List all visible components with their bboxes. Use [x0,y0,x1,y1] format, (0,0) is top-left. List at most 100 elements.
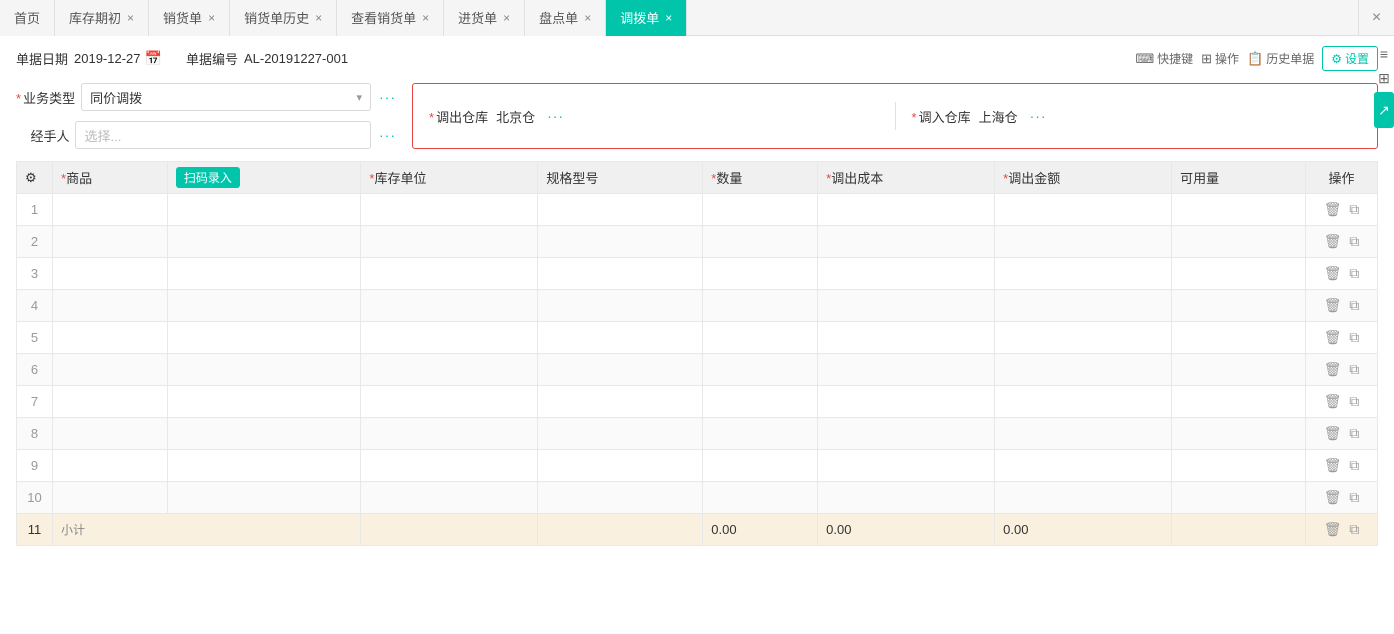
row-unit-8[interactable] [361,418,538,450]
row-cost-2[interactable] [818,226,995,258]
row-unit-10[interactable] [361,482,538,514]
sidebar-export-icon[interactable]: ↗ [1374,92,1394,128]
tab-sales-order[interactable]: 销货单 × [149,0,230,36]
copy-btn-9[interactable]: ⧉ [1347,457,1361,474]
row-unit-1[interactable] [361,194,538,226]
business-type-more[interactable]: ··· [379,89,396,105]
delete-btn-8[interactable]: 🗑 [1322,425,1344,442]
row-cost-5[interactable] [818,322,995,354]
row-product-7[interactable] [53,386,168,418]
copy-btn-1[interactable]: ⧉ [1347,201,1361,218]
row-qty-3[interactable] [703,258,818,290]
shortcuts-action[interactable]: ⌨ 快捷键 [1135,50,1193,67]
sidebar-grid-icon[interactable]: ⊞ [1374,68,1394,88]
transfer-out-more[interactable]: ··· [547,108,564,124]
subtotal-delete-btn[interactable]: 🗑 [1322,521,1344,538]
row-unit-9[interactable] [361,450,538,482]
row-cost-4[interactable] [818,290,995,322]
row-unit-6[interactable] [361,354,538,386]
row-amount-10[interactable] [995,482,1172,514]
row-amount-5[interactable] [995,322,1172,354]
operations-action[interactable]: ⊞ 操作 [1201,50,1239,67]
tab-stocktake[interactable]: 盘点单 × [525,0,606,36]
row-qty-4[interactable] [703,290,818,322]
copy-btn-4[interactable]: ⧉ [1347,297,1361,314]
tab-view-sales-close[interactable]: × [422,11,429,25]
row-cost-10[interactable] [818,482,995,514]
row-unit-4[interactable] [361,290,538,322]
copy-btn-2[interactable]: ⧉ [1347,233,1361,250]
tab-sales-order-close[interactable]: × [208,11,215,25]
copy-btn-6[interactable]: ⧉ [1347,361,1361,378]
window-close-button[interactable]: × [1358,0,1394,36]
row-cost-7[interactable] [818,386,995,418]
row-cost-8[interactable] [818,418,995,450]
person-more[interactable]: ··· [379,127,396,143]
row-product-10[interactable] [53,482,168,514]
row-qty-1[interactable] [703,194,818,226]
person-field[interactable]: 选择... [75,121,371,149]
tab-transfer[interactable]: 调拨单 × [606,0,687,36]
row-cost-6[interactable] [818,354,995,386]
row-cost-9[interactable] [818,450,995,482]
row-unit-2[interactable] [361,226,538,258]
row-qty-7[interactable] [703,386,818,418]
row-spec-6[interactable] [538,354,703,386]
settings-button[interactable]: ⚙ 设置 [1322,46,1378,71]
copy-btn-7[interactable]: ⧉ [1347,393,1361,410]
calendar-icon[interactable]: 📅 [145,50,162,67]
tab-sales-history-close[interactable]: × [315,11,322,25]
row-unit-7[interactable] [361,386,538,418]
row-product-2[interactable] [53,226,168,258]
row-product-1[interactable] [53,194,168,226]
subtotal-copy-btn[interactable]: ⧉ [1347,521,1361,538]
delete-btn-7[interactable]: 🗑 [1322,393,1344,410]
row-product-6[interactable] [53,354,168,386]
row-spec-4[interactable] [538,290,703,322]
delete-btn-6[interactable]: 🗑 [1322,361,1344,378]
col-gear[interactable]: ⚙ [17,162,53,194]
row-product-8[interactable] [53,418,168,450]
copy-btn-10[interactable]: ⧉ [1347,489,1361,506]
tab-home[interactable]: 首页 [0,0,55,36]
row-qty-8[interactable] [703,418,818,450]
row-product-9[interactable] [53,450,168,482]
row-product-5[interactable] [53,322,168,354]
delete-btn-9[interactable]: 🗑 [1322,457,1344,474]
delete-btn-1[interactable]: 🗑 [1322,201,1344,218]
tab-stocktake-close[interactable]: × [584,11,591,25]
business-type-field[interactable]: 同价调拨 ▾ [81,83,371,111]
row-amount-3[interactable] [995,258,1172,290]
tab-inventory-init[interactable]: 库存期初 × [55,0,149,36]
row-amount-1[interactable] [995,194,1172,226]
row-amount-4[interactable] [995,290,1172,322]
row-amount-8[interactable] [995,418,1172,450]
copy-btn-5[interactable]: ⧉ [1347,329,1361,346]
copy-btn-3[interactable]: ⧉ [1347,265,1361,282]
row-cost-1[interactable] [818,194,995,226]
tab-purchase-order-close[interactable]: × [503,11,510,25]
row-cost-3[interactable] [818,258,995,290]
tab-sales-history[interactable]: 销货单历史 × [230,0,337,36]
row-qty-5[interactable] [703,322,818,354]
row-qty-2[interactable] [703,226,818,258]
row-spec-3[interactable] [538,258,703,290]
delete-btn-3[interactable]: 🗑 [1322,265,1344,282]
row-qty-9[interactable] [703,450,818,482]
row-spec-9[interactable] [538,450,703,482]
delete-btn-2[interactable]: 🗑 [1322,233,1344,250]
tab-transfer-close[interactable]: × [665,11,672,25]
row-unit-5[interactable] [361,322,538,354]
copy-btn-8[interactable]: ⧉ [1347,425,1361,442]
row-spec-7[interactable] [538,386,703,418]
delete-btn-10[interactable]: 🗑 [1322,489,1344,506]
row-spec-10[interactable] [538,482,703,514]
row-product-3[interactable] [53,258,168,290]
row-qty-6[interactable] [703,354,818,386]
transfer-in-more[interactable]: ··· [1030,108,1047,124]
delete-btn-4[interactable]: 🗑 [1322,297,1344,314]
row-amount-2[interactable] [995,226,1172,258]
scan-button[interactable]: 扫码录入 [176,167,240,188]
tab-view-sales[interactable]: 查看销货单 × [337,0,444,36]
row-amount-7[interactable] [995,386,1172,418]
